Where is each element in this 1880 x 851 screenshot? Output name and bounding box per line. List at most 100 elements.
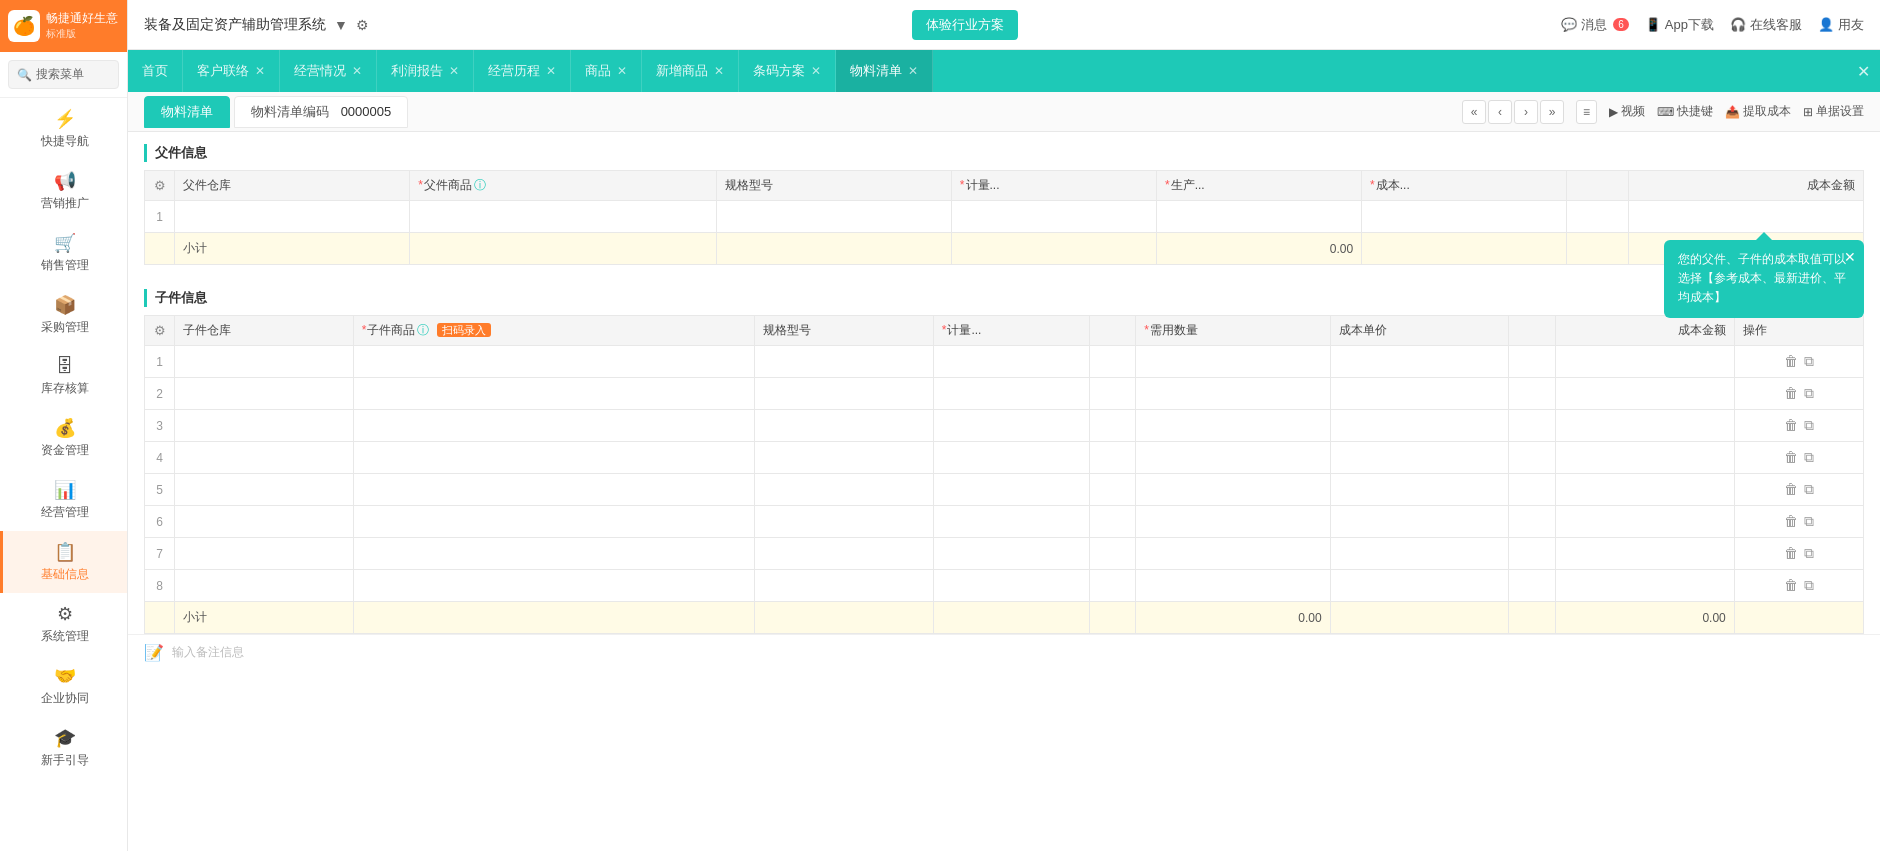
search-menu-button[interactable]: 🔍 搜索菜单 bbox=[8, 60, 119, 89]
settings-gear-icon[interactable]: ⚙ bbox=[356, 17, 369, 33]
parent-amount-cell bbox=[1628, 201, 1863, 233]
nav-tab-new-goods[interactable]: 新增商品 ✕ bbox=[642, 50, 739, 92]
sidebar-search[interactable]: 🔍 搜索菜单 bbox=[0, 52, 127, 98]
sidebar-item-collab[interactable]: 🤝 企业协同 bbox=[0, 655, 127, 717]
delete-icon[interactable]: 🗑 bbox=[1784, 353, 1798, 370]
copy-icon[interactable]: ⧉ bbox=[1804, 513, 1814, 530]
next-next-btn[interactable]: » bbox=[1540, 100, 1564, 124]
view-btn[interactable]: ▶ 视频 bbox=[1609, 103, 1645, 120]
child-row1-req-qty[interactable] bbox=[1136, 346, 1330, 378]
parent-produce-cell[interactable] bbox=[1156, 201, 1361, 233]
user-btn[interactable]: 👤 用友 bbox=[1818, 16, 1864, 34]
child-table-row: 6 🗑⧉ bbox=[145, 506, 1864, 538]
online-service-btn[interactable]: 🎧 在线客服 bbox=[1730, 16, 1802, 34]
sidebar-item-system[interactable]: ⚙ 系统管理 bbox=[0, 593, 127, 655]
child-row2-req-qty[interactable] bbox=[1136, 378, 1330, 410]
nav-tab-profit[interactable]: 利润报告 ✕ bbox=[377, 50, 474, 92]
child-row2-spec[interactable] bbox=[755, 378, 934, 410]
parent-product-cell[interactable] bbox=[410, 201, 716, 233]
extract-cost-btn[interactable]: 📤 提取成本 bbox=[1725, 103, 1791, 120]
dropdown-icon[interactable]: ▼ bbox=[334, 17, 348, 33]
child-col-unit-price: 成本单价 bbox=[1330, 316, 1509, 346]
delete-icon[interactable]: 🗑 bbox=[1784, 481, 1798, 498]
gear-icon[interactable]: ⚙ bbox=[154, 178, 166, 193]
nav-tab-profit-close[interactable]: ✕ bbox=[449, 64, 459, 78]
app-download-btn[interactable]: 📱 App下载 bbox=[1645, 16, 1714, 34]
next-btn[interactable]: › bbox=[1514, 100, 1538, 124]
sidebar-item-purchase[interactable]: 📦 采购管理 bbox=[0, 284, 127, 346]
scan-badge[interactable]: 扫码录入 bbox=[437, 323, 491, 337]
prev-prev-btn[interactable]: « bbox=[1462, 100, 1486, 124]
child-row2-warehouse[interactable] bbox=[175, 378, 354, 410]
child-row1-spec[interactable] bbox=[755, 346, 934, 378]
copy-icon[interactable]: ⧉ bbox=[1804, 449, 1814, 466]
copy-icon[interactable]: ⧉ bbox=[1804, 481, 1814, 498]
parent-cost-cell[interactable] bbox=[1362, 201, 1567, 233]
nav-tab-customers[interactable]: 客户联络 ✕ bbox=[183, 50, 280, 92]
delete-icon[interactable]: 🗑 bbox=[1784, 513, 1798, 530]
sidebar-item-basic-info[interactable]: 📋 基础信息 bbox=[0, 531, 127, 593]
child-row1-unit[interactable] bbox=[933, 346, 1089, 378]
child-row1-num: 1 bbox=[145, 346, 175, 378]
nav-tab-bom-close[interactable]: ✕ bbox=[908, 64, 918, 78]
sidebar-item-marketing[interactable]: 📢 营销推广 bbox=[0, 160, 127, 222]
sidebar-item-finance[interactable]: 💰 资金管理 bbox=[0, 407, 127, 469]
nav-tab-goods-close[interactable]: ✕ bbox=[617, 64, 627, 78]
child-row1-product[interactable] bbox=[353, 346, 754, 378]
page-tab-bom-list[interactable]: 物料清单 bbox=[144, 96, 230, 128]
page-tab-bom-code[interactable]: 物料清单编码 0000005 bbox=[234, 96, 408, 128]
note-placeholder[interactable]: 输入备注信息 bbox=[172, 644, 244, 661]
child-row1-warehouse[interactable] bbox=[175, 346, 354, 378]
tooltip-close-btn[interactable]: ✕ bbox=[1844, 246, 1856, 268]
sidebar-item-operations[interactable]: 📊 经营管理 bbox=[0, 469, 127, 531]
delete-icon[interactable]: 🗑 bbox=[1784, 385, 1798, 402]
child-col-action: 操作 bbox=[1734, 316, 1863, 346]
sidebar-item-quicknav[interactable]: ⚡ 快捷导航 bbox=[0, 98, 127, 160]
nav-tab-history[interactable]: 经营历程 ✕ bbox=[474, 50, 571, 92]
nav-tab-home-label: 首页 bbox=[142, 62, 168, 80]
nav-tab-home[interactable]: 首页 bbox=[128, 50, 183, 92]
child-row2-unit[interactable] bbox=[933, 378, 1089, 410]
nav-tab-operations[interactable]: 经营情况 ✕ bbox=[280, 50, 377, 92]
nav-tab-history-close[interactable]: ✕ bbox=[546, 64, 556, 78]
gear-icon-child[interactable]: ⚙ bbox=[154, 323, 166, 338]
grid-view-btn[interactable]: ≡ bbox=[1576, 100, 1597, 124]
try-btn[interactable]: 体验行业方案 bbox=[912, 10, 1018, 40]
child-row2-amount bbox=[1556, 378, 1735, 410]
child-row2-product[interactable] bbox=[353, 378, 754, 410]
system-title-text: 装备及固定资产辅助管理系统 bbox=[144, 16, 326, 34]
delete-icon[interactable]: 🗑 bbox=[1784, 417, 1798, 434]
delete-icon[interactable]: 🗑 bbox=[1784, 577, 1798, 594]
nav-tab-barcode-close[interactable]: ✕ bbox=[811, 64, 821, 78]
nav-tab-operations-close[interactable]: ✕ bbox=[352, 64, 362, 78]
nav-tab-goods[interactable]: 商品 ✕ bbox=[571, 50, 642, 92]
sidebar-item-sales[interactable]: 🛒 销售管理 bbox=[0, 222, 127, 284]
nav-tab-customers-close[interactable]: ✕ bbox=[255, 64, 265, 78]
parent-unit-cell[interactable] bbox=[951, 201, 1156, 233]
sidebar-item-inventory[interactable]: 🗄 库存核算 bbox=[0, 346, 127, 407]
shortcut-btn[interactable]: ⌨ 快捷键 bbox=[1657, 103, 1713, 120]
copy-icon[interactable]: ⧉ bbox=[1804, 353, 1814, 370]
close-all-button[interactable]: ✕ bbox=[1847, 62, 1880, 81]
parent-section-title: 父件信息 bbox=[144, 144, 1864, 162]
nav-tab-new-goods-close[interactable]: ✕ bbox=[714, 64, 724, 78]
prev-btn[interactable]: ‹ bbox=[1488, 100, 1512, 124]
nav-tab-barcode[interactable]: 条码方案 ✕ bbox=[739, 50, 836, 92]
copy-icon[interactable]: ⧉ bbox=[1804, 417, 1814, 434]
copy-icon[interactable]: ⧉ bbox=[1804, 545, 1814, 562]
parent-spec-cell[interactable] bbox=[716, 201, 951, 233]
copy-icon[interactable]: ⧉ bbox=[1804, 385, 1814, 402]
child-row2-unit-price[interactable] bbox=[1330, 378, 1509, 410]
sidebar-item-guide[interactable]: 🎓 新手引导 bbox=[0, 717, 127, 779]
child-row1-unit-price[interactable] bbox=[1330, 346, 1509, 378]
message-btn[interactable]: 💬 消息 6 bbox=[1561, 16, 1629, 34]
parent-warehouse-cell[interactable] bbox=[175, 201, 410, 233]
parent-subtotal-c4 bbox=[951, 233, 1156, 265]
child-col-amount: 成本金额 bbox=[1556, 316, 1735, 346]
delete-icon[interactable]: 🗑 bbox=[1784, 449, 1798, 466]
single-setting-btn[interactable]: ⊞ 单据设置 bbox=[1803, 103, 1864, 120]
nav-tab-bom[interactable]: 物料清单 ✕ bbox=[836, 50, 933, 92]
sidebar-nav: ⚡ 快捷导航 📢 营销推广 🛒 销售管理 📦 采购管理 🗄 库存核算 💰 资金管… bbox=[0, 98, 127, 851]
delete-icon[interactable]: 🗑 bbox=[1784, 545, 1798, 562]
copy-icon[interactable]: ⧉ bbox=[1804, 577, 1814, 594]
